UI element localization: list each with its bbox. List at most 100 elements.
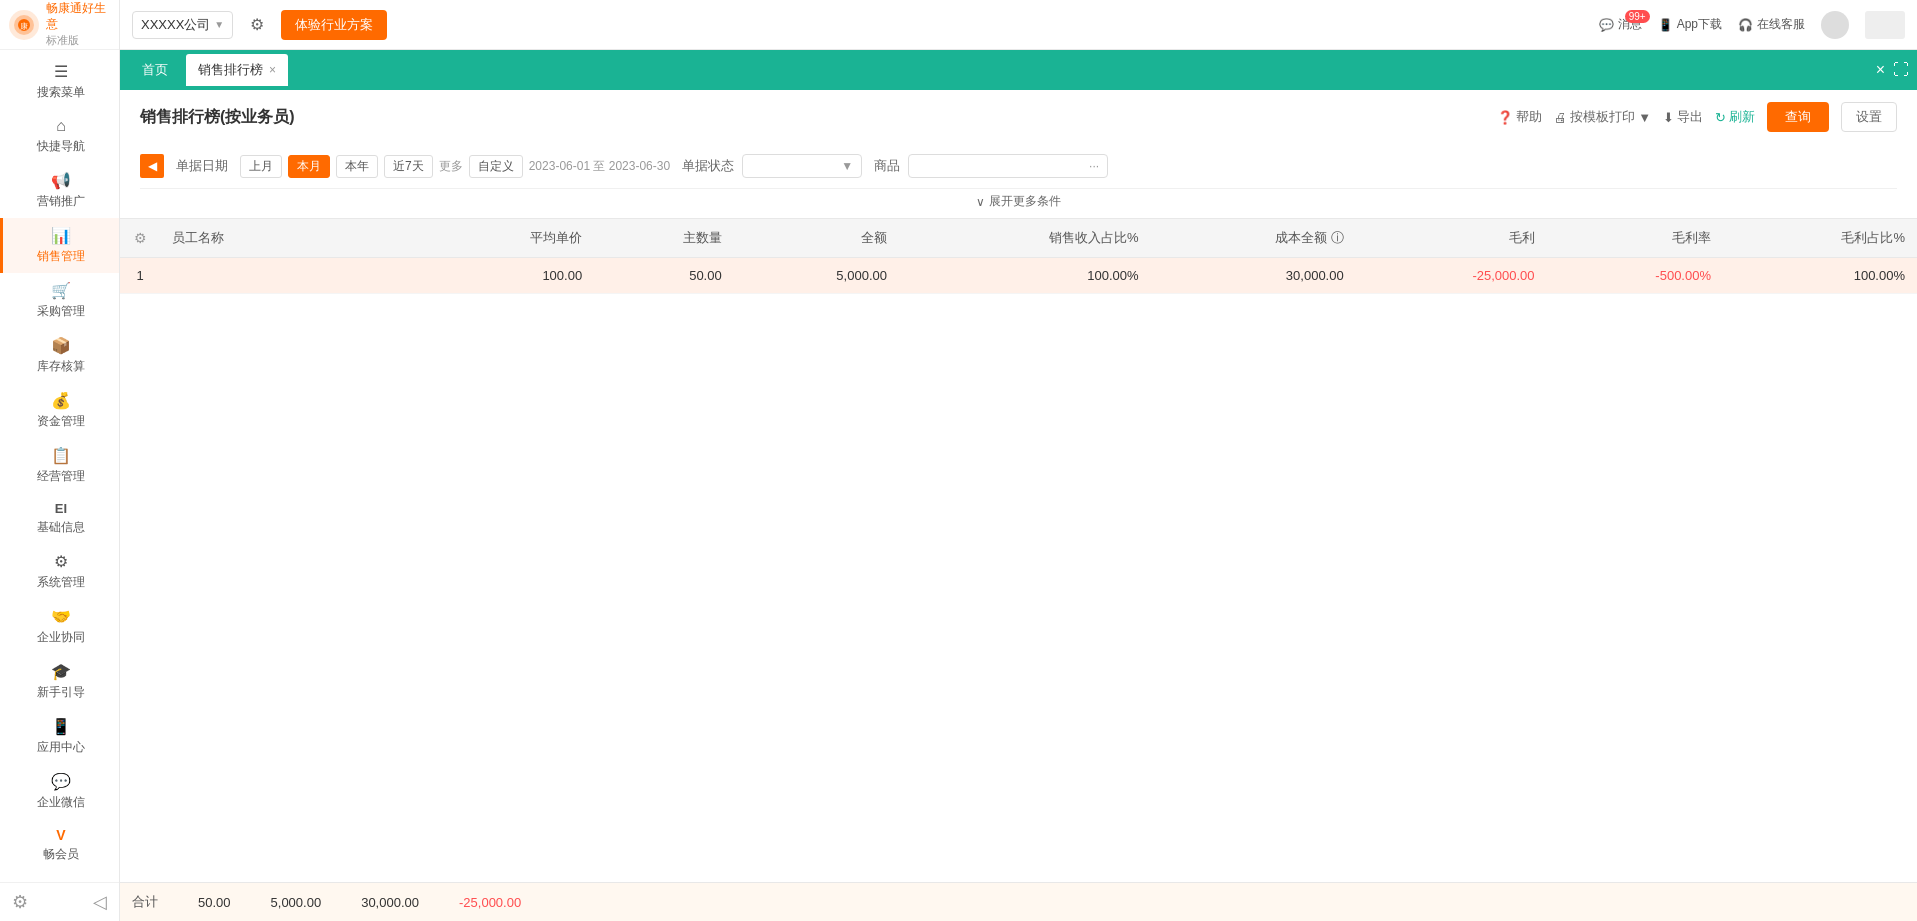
sidebar-item-collab-label: 企业协同 (37, 629, 85, 646)
cell-rank: 1 (120, 258, 160, 294)
page-title: 销售排行榜(按业务员) (140, 107, 295, 128)
tab-minimize-icon[interactable]: × (1876, 61, 1885, 79)
export-button[interactable]: ⬇ 导出 (1663, 108, 1703, 126)
cell-quantity: 50.00 (594, 258, 734, 294)
svg-text:康: 康 (20, 22, 28, 31)
sidebar-nav: ☰ 搜索菜单 ⌂ 快捷导航 📢 营销推广 📊 销售管理 🛒 采购管理 📦 库存核… (0, 50, 119, 882)
expand-more-row: ∨ 展开更多条件 (140, 188, 1897, 218)
collapse-sidebar-icon[interactable]: ◁ (93, 891, 107, 913)
sidebar-item-system[interactable]: ⚙ 系统管理 (0, 544, 119, 599)
cell-profit-rate: -500.00% (1547, 258, 1723, 294)
sidebar-item-member[interactable]: V 畅会员 (0, 819, 119, 871)
refresh-button[interactable]: ↻ 刷新 (1715, 108, 1755, 126)
sales-table: ⚙ 员工名称 平均单价 主数量 全额 销售收入占比% 成本全额 ⓘ 毛利 毛利率… (120, 219, 1917, 294)
message-button[interactable]: 💬 消息 99+ (1599, 16, 1642, 33)
help-button[interactable]: ❓ 帮助 (1497, 108, 1542, 126)
message-badge: 99+ (1625, 10, 1650, 23)
date-filter-group: 上月 本月 本年 近7天 更多 自定义 2023-06-01 至 2023-06… (240, 155, 670, 178)
sidebar-item-apps[interactable]: 📱 应用中心 (0, 709, 119, 764)
sidebar-item-inventory[interactable]: 📦 库存核算 (0, 328, 119, 383)
sidebar-item-sales[interactable]: 📊 销售管理 (0, 218, 119, 273)
last7-btn[interactable]: 近7天 (384, 155, 433, 178)
inventory-icon: 📦 (51, 336, 71, 355)
col-name-header: 员工名称 (160, 219, 426, 258)
col-settings: ⚙ (120, 219, 160, 258)
table-row: 1 100.00 50.00 5,000.00 100.00% 30,000.0… (120, 258, 1917, 294)
main-content: XXXXX公司 ▼ ⚙ 体验行业方案 💬 消息 99+ 📱 App下载 🎧 在线… (120, 0, 1917, 921)
sidebar-item-basic-label: 基础信息 (37, 519, 85, 536)
cell-name (160, 258, 426, 294)
cell-profit-ratio: 100.00% (1723, 258, 1917, 294)
sidebar-item-marketing[interactable]: 📢 营销推广 (0, 163, 119, 218)
user-avatar[interactable] (1821, 11, 1849, 39)
collapse-filter-button[interactable]: ◀ (140, 154, 164, 178)
company-dropdown-arrow: ▼ (214, 19, 224, 30)
sidebar-item-guide-label: 新手引导 (37, 684, 85, 701)
sidebar-item-guide[interactable]: 🎓 新手引导 (0, 654, 119, 709)
content-area: 销售排行榜(按业务员) ❓ 帮助 🖨 按模板打印 ▼ ⬇ 导出 (120, 90, 1917, 921)
settings-footer-icon[interactable]: ⚙ (12, 891, 28, 913)
tab-close-icon[interactable]: × (269, 63, 276, 77)
company-selector[interactable]: XXXXX公司 ▼ (132, 11, 233, 39)
col-profit-rate-header: 毛利率 (1547, 219, 1723, 258)
search-menu-icon: ☰ (54, 62, 68, 81)
sidebar-item-system-label: 系统管理 (37, 574, 85, 591)
apps-icon: 📱 (51, 717, 71, 736)
logo-sub: 标准版 (46, 33, 111, 48)
purchase-icon: 🛒 (51, 281, 71, 300)
online-label: 在线客服 (1757, 16, 1805, 33)
sidebar-item-search[interactable]: ☰ 搜索菜单 (0, 54, 119, 109)
sidebar-item-collab[interactable]: 🤝 企业协同 (0, 599, 119, 654)
status-select[interactable]: ▼ (742, 154, 862, 178)
custom-date-btn[interactable]: 自定义 (469, 155, 523, 178)
more-date-options[interactable]: 更多 (439, 158, 463, 175)
sidebar-item-quick-nav[interactable]: ⌂ 快捷导航 (0, 109, 119, 163)
footer-quantity: 50.00 (198, 895, 231, 910)
online-service-button[interactable]: 🎧 在线客服 (1738, 16, 1805, 33)
system-icon: ⚙ (54, 552, 68, 571)
table-header-row: ⚙ 员工名称 平均单价 主数量 全额 销售收入占比% 成本全额 ⓘ 毛利 毛利率… (120, 219, 1917, 258)
help-icon: ❓ (1497, 110, 1513, 125)
this-month-btn[interactable]: 本月 (288, 155, 330, 178)
sidebar-item-operations[interactable]: 📋 经营管理 (0, 438, 119, 493)
marketing-icon: 📢 (51, 171, 71, 190)
refresh-icon: ↻ (1715, 110, 1726, 125)
tab-actions: × ⛶ (1876, 61, 1909, 79)
sidebar-item-inventory-label: 库存核算 (37, 358, 85, 375)
header-actions: ❓ 帮助 🖨 按模板打印 ▼ ⬇ 导出 ↻ 刷新 (1497, 102, 1897, 132)
status-dropdown-arrow: ▼ (841, 159, 853, 173)
goods-select[interactable]: ··· (908, 154, 1108, 178)
sidebar-item-finance[interactable]: 💰 资金管理 (0, 383, 119, 438)
sidebar-item-wechat[interactable]: 💬 企业微信 (0, 764, 119, 819)
print-button[interactable]: 🖨 按模板打印 ▼ (1554, 108, 1651, 126)
sidebar-item-finance-label: 资金管理 (37, 413, 85, 430)
logo-name: 畅康通好生意 (46, 1, 111, 32)
page-title-row: 销售排行榜(按业务员) ❓ 帮助 🖨 按模板打印 ▼ ⬇ 导出 (140, 102, 1897, 132)
tab-sales-ranking[interactable]: 销售排行榜 × (186, 54, 288, 86)
col-settings-icon[interactable]: ⚙ (134, 230, 147, 246)
member-icon: V (56, 827, 65, 843)
expand-more-button[interactable]: ∨ 展开更多条件 (976, 193, 1061, 210)
tab-fullscreen-icon[interactable]: ⛶ (1893, 61, 1909, 79)
date-range-display: 2023-06-01 至 2023-06-30 (529, 158, 670, 175)
sidebar-item-basic-info[interactable]: EI 基础信息 (0, 493, 119, 544)
topbar-settings-icon[interactable]: ⚙ (241, 9, 273, 41)
message-icon: 💬 (1599, 18, 1614, 32)
this-year-btn[interactable]: 本年 (336, 155, 378, 178)
app-icon: 📱 (1658, 18, 1673, 32)
cell-avg-price: 100.00 (426, 258, 594, 294)
collab-icon: 🤝 (51, 607, 71, 626)
goods-filter-label: 商品 (874, 157, 900, 175)
tab-home[interactable]: 首页 (128, 50, 182, 90)
company-name: XXXXX公司 (141, 16, 210, 34)
user-name-display (1865, 11, 1905, 39)
page-header: 销售排行榜(按业务员) ❓ 帮助 🖨 按模板打印 ▼ ⬇ 导出 (120, 90, 1917, 219)
page-settings-button[interactable]: 设置 (1841, 102, 1897, 132)
last-month-btn[interactable]: 上月 (240, 155, 282, 178)
footer-total-label: 合计 (132, 893, 158, 911)
app-download-button[interactable]: 📱 App下载 (1658, 16, 1722, 33)
col-profit-ratio-header: 毛利占比% (1723, 219, 1917, 258)
try-industry-button[interactable]: 体验行业方案 (281, 10, 387, 40)
sidebar-item-purchase[interactable]: 🛒 采购管理 (0, 273, 119, 328)
query-button[interactable]: 查询 (1767, 102, 1829, 132)
